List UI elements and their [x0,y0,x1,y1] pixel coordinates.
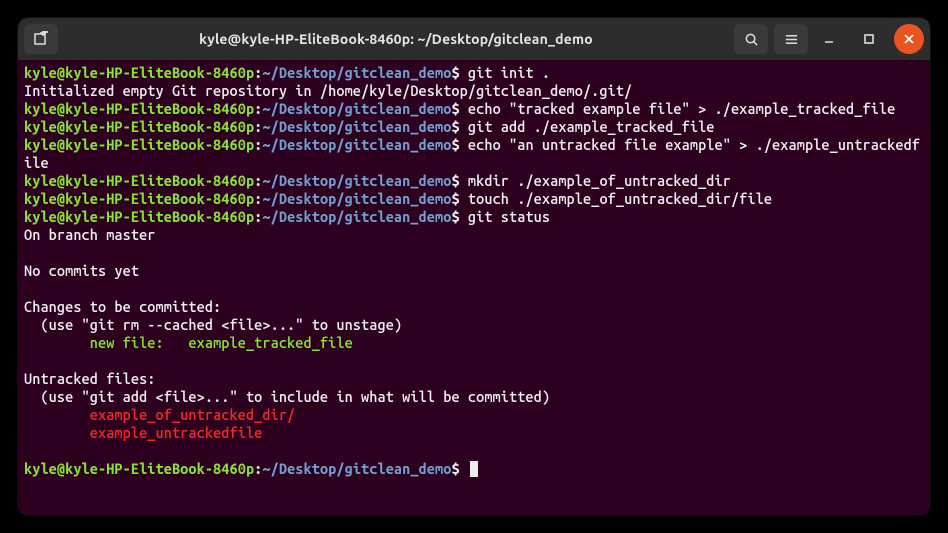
prompt-line: kyle@kyle-HP-EliteBook-8460p:~/Desktop/g… [24,190,924,208]
titlebar: kyle@kyle-HP-EliteBook-8460p: ~/Desktop/… [18,18,930,60]
prompt-line: kyle@kyle-HP-EliteBook-8460p:~/Desktop/g… [24,208,924,226]
prompt-line: kyle@kyle-HP-EliteBook-8460p:~/Desktop/g… [24,118,924,136]
close-button[interactable] [894,24,924,54]
prompt-line: kyle@kyle-HP-EliteBook-8460p:~/Desktop/g… [24,460,924,478]
output-line: (use "git rm --cached <file>..." to unst… [24,316,924,334]
output-line: Untracked files: [24,370,924,388]
blank-line [24,280,924,298]
window-controls [814,24,924,54]
new-tab-button[interactable] [24,24,58,54]
output-line: Initialized empty Git repository in /hom… [24,82,924,100]
minimize-button[interactable] [814,24,844,54]
prompt-line: kyle@kyle-HP-EliteBook-8460p:~/Desktop/g… [24,100,924,118]
output-line: new file: example_tracked_file [24,334,924,352]
prompt-line: kyle@kyle-HP-EliteBook-8460p:~/Desktop/g… [24,136,924,172]
output-line: example_untrackedfile [24,424,924,442]
menu-button[interactable] [774,24,808,54]
window-title: kyle@kyle-HP-EliteBook-8460p: ~/Desktop/… [64,31,728,47]
blank-line [24,352,924,370]
output-line: No commits yet [24,262,924,280]
blank-line [24,442,924,460]
maximize-button[interactable] [854,24,884,54]
terminal-window: kyle@kyle-HP-EliteBook-8460p: ~/Desktop/… [18,18,930,515]
prompt-line: kyle@kyle-HP-EliteBook-8460p:~/Desktop/g… [24,64,924,82]
output-line: example_of_untracked_dir/ [24,406,924,424]
output-line: On branch master [24,226,924,244]
prompt-line: kyle@kyle-HP-EliteBook-8460p:~/Desktop/g… [24,172,924,190]
blank-line [24,244,924,262]
output-line: Changes to be committed: [24,298,924,316]
search-button[interactable] [734,24,768,54]
output-line: (use "git add <file>..." to include in w… [24,388,924,406]
cursor [470,461,478,477]
terminal-body[interactable]: kyle@kyle-HP-EliteBook-8460p:~/Desktop/g… [18,60,930,482]
